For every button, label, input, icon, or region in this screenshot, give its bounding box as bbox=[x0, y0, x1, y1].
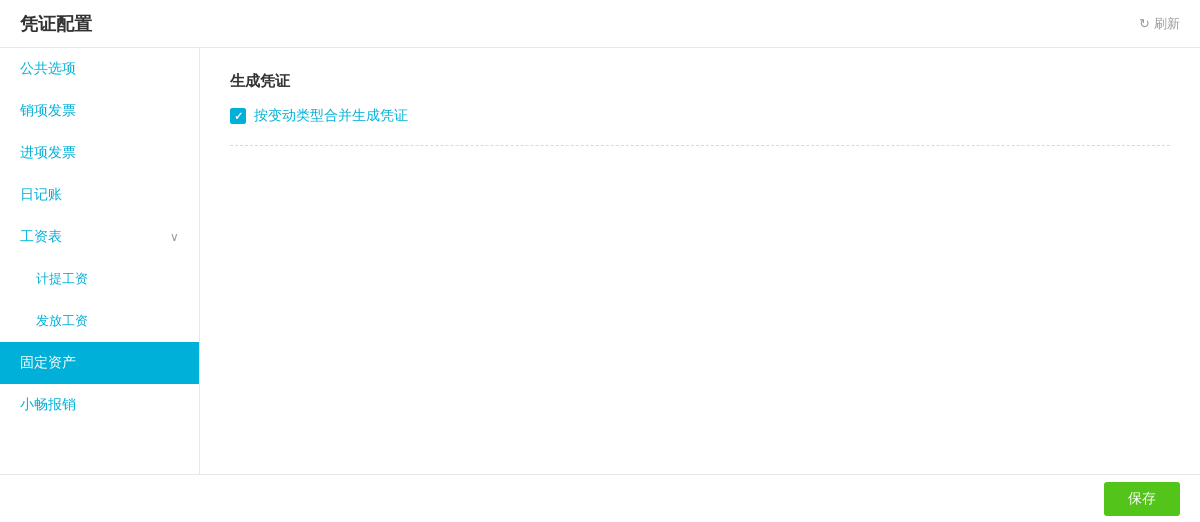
sidebar-item-label: 日记账 bbox=[20, 186, 62, 204]
sidebar-item-payroll-table[interactable]: 工资表 ∨ bbox=[0, 216, 199, 258]
sidebar-item-sales-invoice[interactable]: 销项发票 bbox=[0, 90, 199, 132]
merge-checkbox[interactable] bbox=[230, 108, 246, 124]
checkbox-label: 按变动类型合并生成凭证 bbox=[254, 107, 408, 125]
sidebar-item-payroll-accrual[interactable]: 计提工资 bbox=[0, 258, 199, 300]
sidebar-item-label: 计提工资 bbox=[36, 270, 88, 288]
sidebar-item-label: 工资表 bbox=[20, 228, 62, 246]
footer: 保存 bbox=[0, 474, 1200, 522]
content-area: 生成凭证 按变动类型合并生成凭证 bbox=[200, 48, 1200, 474]
section-title: 生成凭证 bbox=[230, 72, 1170, 91]
page-header: 凭证配置 ↻ 刷新 bbox=[0, 0, 1200, 48]
sidebar-item-label: 固定资产 bbox=[20, 354, 76, 372]
sidebar-item-payroll-payment[interactable]: 发放工资 bbox=[0, 300, 199, 342]
sidebar-item-label: 发放工资 bbox=[36, 312, 88, 330]
sidebar-item-journal[interactable]: 日记账 bbox=[0, 174, 199, 216]
sidebar-item-label: 公共选项 bbox=[20, 60, 76, 78]
sidebar-item-label: 进项发票 bbox=[20, 144, 76, 162]
refresh-button[interactable]: ↻ 刷新 bbox=[1139, 15, 1180, 33]
save-button[interactable]: 保存 bbox=[1104, 482, 1180, 516]
main-layout: 公共选项销项发票进项发票日记账工资表 ∨ 计提工资发放工资固定资产小畅报销 生成凭证… bbox=[0, 48, 1200, 474]
chevron-down-icon: ∨ bbox=[170, 230, 179, 244]
sidebar-item-expense[interactable]: 小畅报销 bbox=[0, 384, 199, 426]
sidebar-item-label: 销项发票 bbox=[20, 102, 76, 120]
sidebar-item-fixed-assets[interactable]: 固定资产 bbox=[0, 342, 199, 384]
checkbox-row: 按变动类型合并生成凭证 bbox=[230, 107, 1170, 125]
refresh-label: 刷新 bbox=[1154, 15, 1180, 33]
divider bbox=[230, 145, 1170, 146]
sidebar: 公共选项销项发票进项发票日记账工资表 ∨ 计提工资发放工资固定资产小畅报销 bbox=[0, 48, 200, 474]
page-title: 凭证配置 bbox=[20, 12, 92, 36]
sidebar-item-label: 小畅报销 bbox=[20, 396, 76, 414]
sidebar-item-purchase-invoice[interactable]: 进项发票 bbox=[0, 132, 199, 174]
sidebar-item-public-options[interactable]: 公共选项 bbox=[0, 48, 199, 90]
refresh-icon: ↻ bbox=[1139, 16, 1150, 31]
